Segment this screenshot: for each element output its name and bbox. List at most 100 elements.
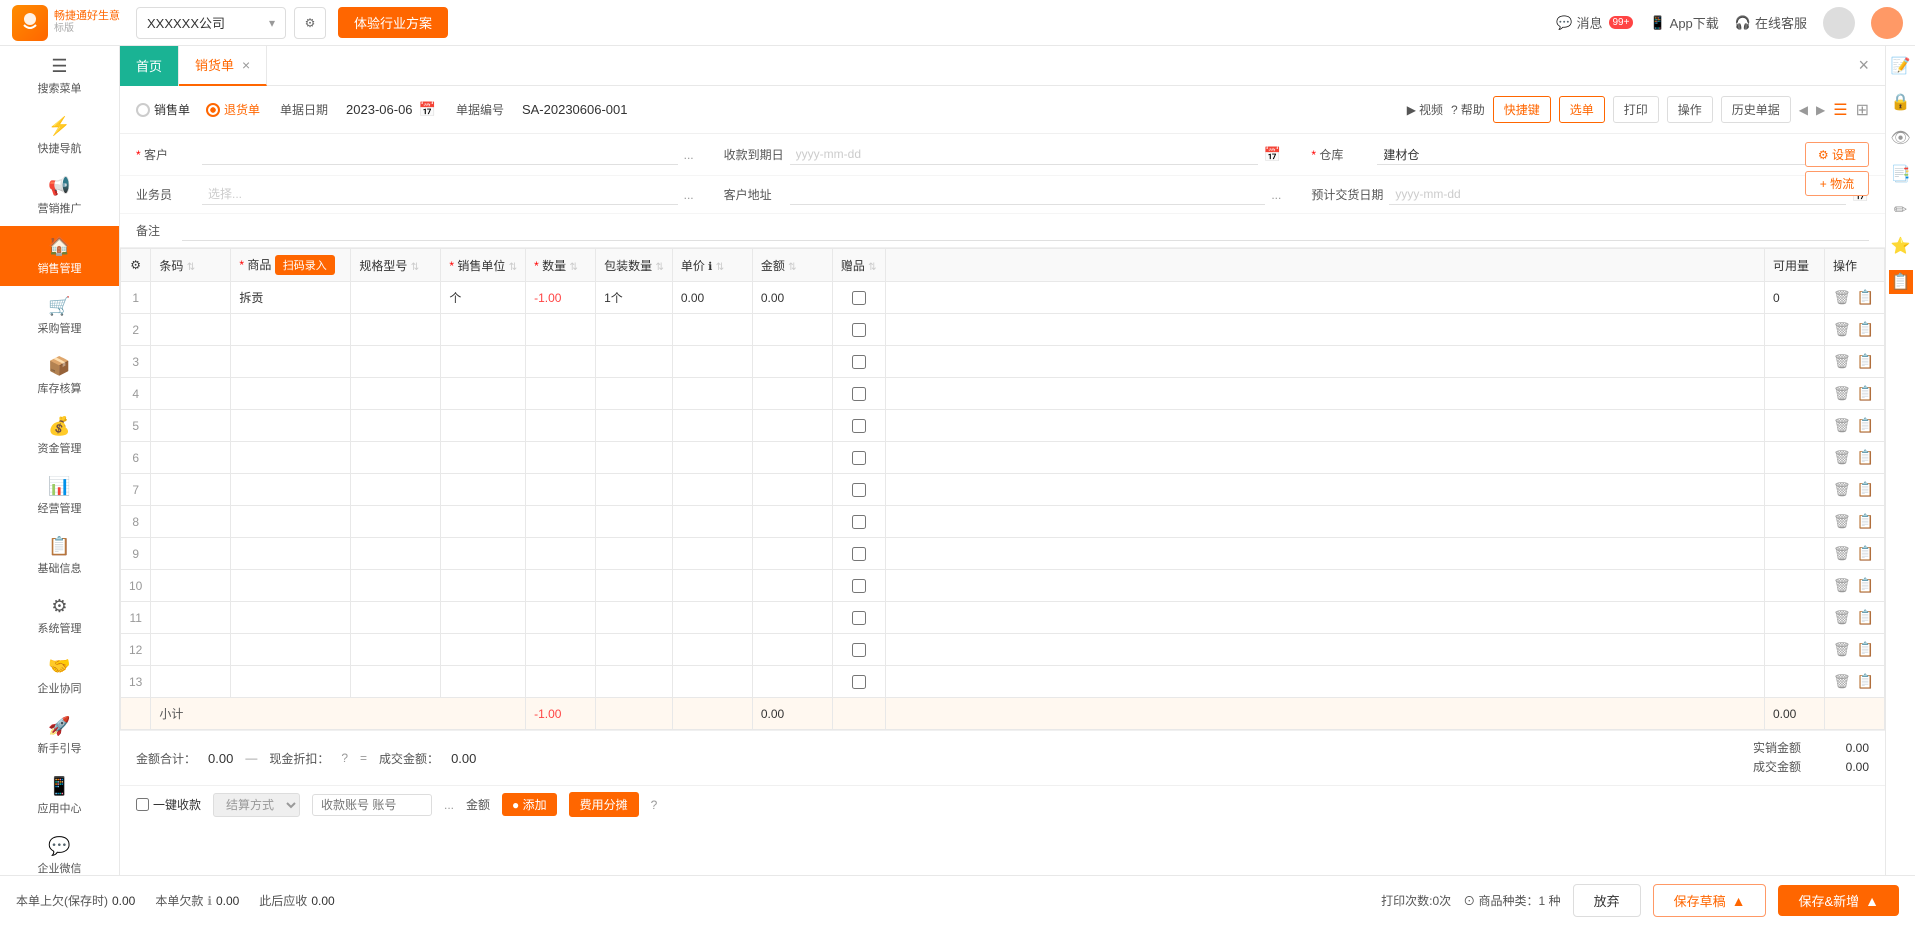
row-price[interactable] [672, 666, 752, 698]
row-product[interactable] [231, 634, 351, 666]
delete-icon[interactable]: 🗑 [1833, 513, 1851, 530]
gift-checkbox[interactable] [852, 547, 866, 561]
right-panel-eye-icon[interactable]: 👁 [1889, 126, 1913, 150]
row-amount[interactable] [752, 314, 832, 346]
copy-icon[interactable]: 📋 [1857, 449, 1874, 466]
row-barcode[interactable] [151, 634, 231, 666]
gift-checkbox-1[interactable] [852, 291, 866, 305]
row-pkg[interactable] [596, 538, 673, 570]
row-pkg[interactable] [596, 474, 673, 506]
row-gift[interactable] [832, 314, 885, 346]
row-amount-1[interactable]: 0.00 [752, 282, 832, 314]
row-product[interactable] [231, 570, 351, 602]
user-avatar-2[interactable] [1871, 7, 1903, 39]
row-unit[interactable] [441, 602, 526, 634]
customer-address-dots[interactable]: ... [1271, 188, 1281, 202]
row-amount[interactable] [752, 602, 832, 634]
row-spec[interactable] [351, 666, 441, 698]
row-price[interactable] [672, 506, 752, 538]
row-price[interactable] [672, 442, 752, 474]
row-pkg[interactable] [596, 314, 673, 346]
row-unit[interactable] [441, 634, 526, 666]
row-product[interactable] [231, 506, 351, 538]
gift-checkbox[interactable] [852, 643, 866, 657]
row-pkg[interactable] [596, 410, 673, 442]
delete-icon[interactable]: 🗑 [1833, 641, 1851, 658]
sidebar-item-sales[interactable]: 🏠 销售管理 [0, 226, 119, 286]
sidebar-item-purchase[interactable]: 🛒 采购管理 [0, 286, 119, 346]
expected-date-input[interactable] [1389, 184, 1845, 205]
th-amount[interactable]: 金额 ⇅ [752, 249, 832, 282]
gift-checkbox[interactable] [852, 355, 866, 369]
notes-input[interactable] [182, 220, 1869, 241]
row-price[interactable] [672, 538, 752, 570]
row-product[interactable] [231, 666, 351, 698]
row-unit[interactable] [441, 346, 526, 378]
payment-help-icon[interactable]: ? [651, 798, 658, 812]
row-amount[interactable] [752, 378, 832, 410]
row-gift[interactable] [832, 570, 885, 602]
delete-icon[interactable]: 🗑 [1833, 577, 1851, 594]
right-panel-active-icon[interactable]: 📋 [1889, 270, 1913, 294]
row-amount[interactable] [752, 634, 832, 666]
copy-icon[interactable]: 📋 [1857, 321, 1874, 338]
row-amount[interactable] [752, 570, 832, 602]
gift-checkbox[interactable] [852, 323, 866, 337]
grid-view-icon[interactable]: ⊞ [1856, 100, 1869, 120]
copy-icon[interactable]: 📋 [1857, 417, 1874, 434]
select-btn[interactable]: 选单 [1559, 96, 1605, 123]
th-avail[interactable]: 可用量 [1765, 249, 1825, 282]
message-item[interactable]: 💬 消息 99+ [1556, 13, 1633, 32]
radio-sales[interactable]: 销售单 [136, 101, 190, 118]
gift-checkbox[interactable] [852, 515, 866, 529]
row-amount[interactable] [752, 538, 832, 570]
tab-close-icon[interactable]: × [242, 57, 250, 73]
right-panel-star-icon[interactable]: ⭐ [1889, 234, 1913, 258]
sidebar-item-finance[interactable]: 💰 资金管理 [0, 406, 119, 466]
gift-checkbox[interactable] [852, 483, 866, 497]
row-barcode[interactable] [151, 314, 231, 346]
th-barcode[interactable]: 条码 ⇅ [151, 249, 231, 282]
row-qty[interactable] [526, 314, 596, 346]
row-unit[interactable] [441, 442, 526, 474]
row-barcode[interactable] [151, 378, 231, 410]
row-amount[interactable] [752, 410, 832, 442]
row-qty[interactable] [526, 602, 596, 634]
th-spec[interactable]: 规格型号 ⇅ [351, 249, 441, 282]
row-gift[interactable] [832, 410, 885, 442]
sidebar-item-basics[interactable]: 📋 基础信息 [0, 526, 119, 586]
th-pkg-qty[interactable]: 包装数量 ⇅ [596, 249, 673, 282]
copy-icon[interactable]: 📋 [1857, 385, 1874, 402]
payment-checkbox-input[interactable] [136, 798, 149, 811]
delete-icon[interactable]: 🗑 [1833, 321, 1851, 338]
row-product[interactable] [231, 346, 351, 378]
account-input[interactable] [312, 794, 432, 816]
add-payment-btn[interactable]: ● 添加 [502, 793, 557, 816]
row-gift[interactable] [832, 538, 885, 570]
product-types-icon[interactable]: ⊙ [1463, 894, 1475, 908]
row-qty[interactable] [526, 346, 596, 378]
row-qty[interactable] [526, 410, 596, 442]
row-pkg[interactable] [596, 602, 673, 634]
row-unit[interactable] [441, 666, 526, 698]
due-date-calendar-icon[interactable]: 📅 [1264, 146, 1281, 163]
row-unit[interactable] [441, 314, 526, 346]
delete-icon-1[interactable]: 🗑 [1833, 289, 1851, 306]
row-qty[interactable] [526, 570, 596, 602]
row-gift[interactable] [832, 666, 885, 698]
settle-method-select[interactable]: 结算方式 [213, 793, 300, 817]
delete-icon[interactable]: 🗑 [1833, 481, 1851, 498]
help-action[interactable]: ? 帮助 [1451, 101, 1485, 118]
row-qty[interactable] [526, 666, 596, 698]
delete-icon[interactable]: 🗑 [1833, 609, 1851, 626]
discount-info-icon[interactable]: ? [341, 751, 348, 765]
gift-checkbox[interactable] [852, 387, 866, 401]
row-spec[interactable] [351, 634, 441, 666]
row-unit-1[interactable]: 个 [441, 282, 526, 314]
row-amount[interactable] [752, 506, 832, 538]
th-gear[interactable]: ⚙ [121, 249, 151, 282]
copy-icon[interactable]: 📋 [1857, 353, 1874, 370]
row-product[interactable] [231, 314, 351, 346]
row-barcode[interactable] [151, 570, 231, 602]
row-pkg[interactable] [596, 346, 673, 378]
